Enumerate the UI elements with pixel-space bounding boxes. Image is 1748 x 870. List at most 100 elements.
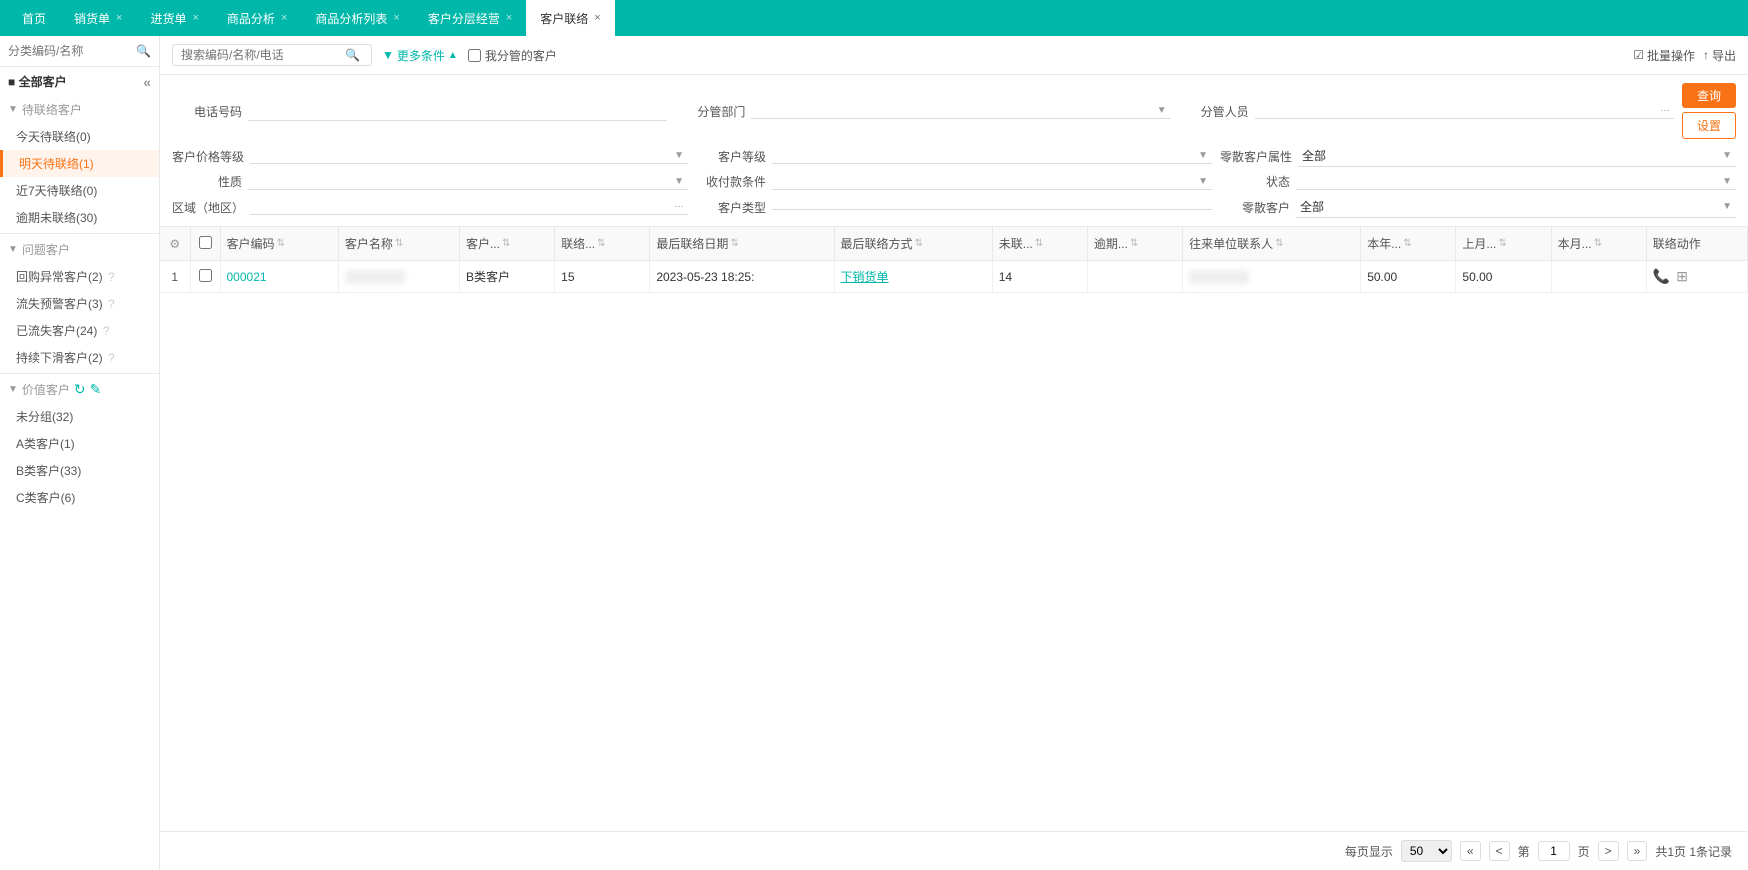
sidebar-tomorrow-contact[interactable]: 明天待联络(1): [0, 150, 159, 177]
last-page-button[interactable]: »: [1627, 841, 1648, 861]
sidebar-lost-warning[interactable]: 流失预警客户(3) ?: [0, 290, 159, 317]
sidebar-week-contact[interactable]: 近7天待联络(0): [0, 177, 159, 204]
sort-uc-icon: ⇅: [1275, 238, 1283, 249]
row-last-type-1: 下销货单: [834, 261, 992, 293]
data-table-wrap: ⚙ 客户编码 ⇅ 客户名称: [160, 227, 1748, 831]
nav-home[interactable]: 首页: [8, 0, 60, 36]
sidebar-value-header: ▼ 价值客户 ↻ ✎: [0, 376, 159, 403]
my-customer-checkbox[interactable]: [468, 49, 481, 62]
sidebar-search-icon[interactable]: 🔍: [136, 44, 151, 58]
nav-customer-contact-close[interactable]: ×: [594, 12, 600, 24]
sort-type2-icon: ⇅: [915, 238, 923, 249]
price-level-select[interactable]: ▼: [250, 148, 688, 164]
total-records: 共1页 1条记录: [1655, 843, 1732, 860]
sidebar-overdue-contact[interactable]: 逾期未联络(30): [0, 204, 159, 231]
reset-button[interactable]: 设置: [1682, 112, 1736, 139]
nav-customer-contact[interactable]: 客户联络 ×: [526, 0, 614, 36]
col-this-month: 本月... ⇅: [1551, 227, 1646, 261]
query-button[interactable]: 查询: [1682, 83, 1736, 108]
retail-customer-select[interactable]: 全部 ▼: [1296, 196, 1736, 218]
region-select[interactable]: ···: [250, 199, 688, 215]
per-page-label: 每页显示: [1345, 843, 1393, 860]
more-filter-button[interactable]: ▼ 更多条件 ▲: [382, 47, 458, 64]
nav-product-analysis-close[interactable]: ×: [281, 12, 287, 24]
phone-input[interactable]: [248, 102, 667, 121]
last-contact-link-1[interactable]: 下销货单: [841, 270, 889, 284]
sidebar-class-a[interactable]: A类客户(1): [0, 430, 159, 457]
search-input[interactable]: [181, 48, 341, 62]
row-code-1[interactable]: 000021: [220, 261, 338, 293]
nav-sales-close[interactable]: ×: [116, 12, 122, 24]
per-page-select[interactable]: 50 100 200: [1401, 840, 1452, 862]
row-last-month-1: 50.00: [1456, 261, 1551, 293]
retail-attr-select[interactable]: 全部 ▼: [1298, 145, 1736, 167]
select-all-checkbox[interactable]: [199, 236, 212, 249]
price-level-chevron: ▼: [674, 150, 684, 161]
filter-customer-level: 客户等级 ▼: [696, 148, 1212, 165]
col-last-type: 最后联络方式 ⇅: [834, 227, 992, 261]
table-gear-col[interactable]: ⚙: [160, 227, 190, 261]
filter-manager: 分管人员 ···: [1179, 103, 1674, 120]
page-label: 第: [1518, 843, 1530, 860]
page-number-input[interactable]: [1538, 841, 1570, 861]
sidebar-ungrouped[interactable]: 未分组(32): [0, 403, 159, 430]
customer-type-select[interactable]: [772, 205, 1212, 210]
row-select-checkbox-1[interactable]: [199, 269, 212, 282]
region-more: ···: [674, 201, 684, 212]
filter-gender: 性质 ▼: [172, 173, 688, 190]
next-page-button[interactable]: >: [1598, 841, 1619, 861]
nav-purchase[interactable]: 进货单 ×: [136, 0, 212, 36]
sidebar-repeat-abnormal[interactable]: 回购异常客户(2) ?: [0, 263, 159, 290]
action-grid-icon[interactable]: ⊞: [1676, 268, 1688, 285]
gender-chevron: ▼: [674, 176, 684, 187]
batch-operation-button[interactable]: ☑ 批量操作: [1633, 47, 1695, 64]
export-button[interactable]: ↑ 导出: [1703, 47, 1736, 64]
table-body: 1 000021 B类客户 15 2023-05-23 18:2: [160, 261, 1748, 293]
sort-contacts-icon: ⇅: [597, 238, 605, 249]
sidebar-collapse-icon: «: [143, 74, 151, 90]
customer-level-select[interactable]: ▼: [772, 148, 1212, 164]
nav-customer-tier[interactable]: 客户分层经营 ×: [414, 0, 526, 36]
customer-level-chevron: ▼: [1198, 150, 1208, 161]
status-select[interactable]: ▼: [1296, 174, 1736, 190]
col-code: 客户编码 ⇅: [220, 227, 338, 261]
sidebar-already-lost[interactable]: 已流失客户(24) ?: [0, 317, 159, 344]
row-actions-1: 📞 ⊞: [1646, 261, 1747, 293]
nav-sales[interactable]: 销货单 ×: [60, 0, 136, 36]
sidebar-continuous-down[interactable]: 持续下滑客户(2) ?: [0, 344, 159, 371]
first-page-button[interactable]: «: [1460, 841, 1481, 861]
export-icon: ↑: [1703, 48, 1709, 62]
row-contacts-1: 15: [555, 261, 650, 293]
payment-select[interactable]: ▼: [772, 174, 1212, 190]
nav-customer-tier-close[interactable]: ×: [506, 12, 512, 24]
sort-tm-icon: ⇅: [1594, 238, 1602, 249]
prev-page-button[interactable]: <: [1489, 841, 1510, 861]
sort-ty-icon: ⇅: [1403, 238, 1411, 249]
nav-product-list[interactable]: 商品分析列表 ×: [301, 0, 413, 36]
manager-more: ···: [1660, 105, 1670, 116]
gender-select[interactable]: ▼: [248, 174, 688, 190]
pagination-bar: 每页显示 50 100 200 « < 第 页 > » 共1页 1条记录: [160, 831, 1748, 870]
sidebar-class-b[interactable]: B类客户(33): [0, 457, 159, 484]
nav-product-list-close[interactable]: ×: [393, 12, 399, 24]
dept-select[interactable]: ▼: [751, 103, 1170, 119]
row-this-year-1: 50.00: [1361, 261, 1456, 293]
row-type-1: B类客户: [459, 261, 554, 293]
row-name-1: [338, 261, 459, 293]
search-icon[interactable]: 🔍: [345, 48, 360, 62]
manager-select[interactable]: ···: [1255, 103, 1674, 119]
nav-product-analysis[interactable]: 商品分析 ×: [213, 0, 301, 36]
sidebar-all-customers[interactable]: ■ 全部客户 «: [0, 67, 159, 96]
nav-purchase-close[interactable]: ×: [192, 12, 198, 24]
action-phone-icon[interactable]: 📞: [1653, 268, 1670, 285]
row-checkbox-1: [190, 261, 220, 293]
row-num-1: 1: [160, 261, 190, 293]
sidebar-problem-header: ▼ 问题客户: [0, 236, 159, 263]
filter-actions: 查询 设置: [1682, 83, 1736, 139]
sidebar-today-contact[interactable]: 今天待联络(0): [0, 123, 159, 150]
sidebar-search-input[interactable]: [8, 44, 132, 58]
sidebar-class-c[interactable]: C类客户(6): [0, 484, 159, 511]
col-type: 客户... ⇅: [459, 227, 554, 261]
customer-table: ⚙ 客户编码 ⇅ 客户名称: [160, 227, 1748, 293]
row-last-date-1: 2023-05-23 18:25:: [650, 261, 834, 293]
